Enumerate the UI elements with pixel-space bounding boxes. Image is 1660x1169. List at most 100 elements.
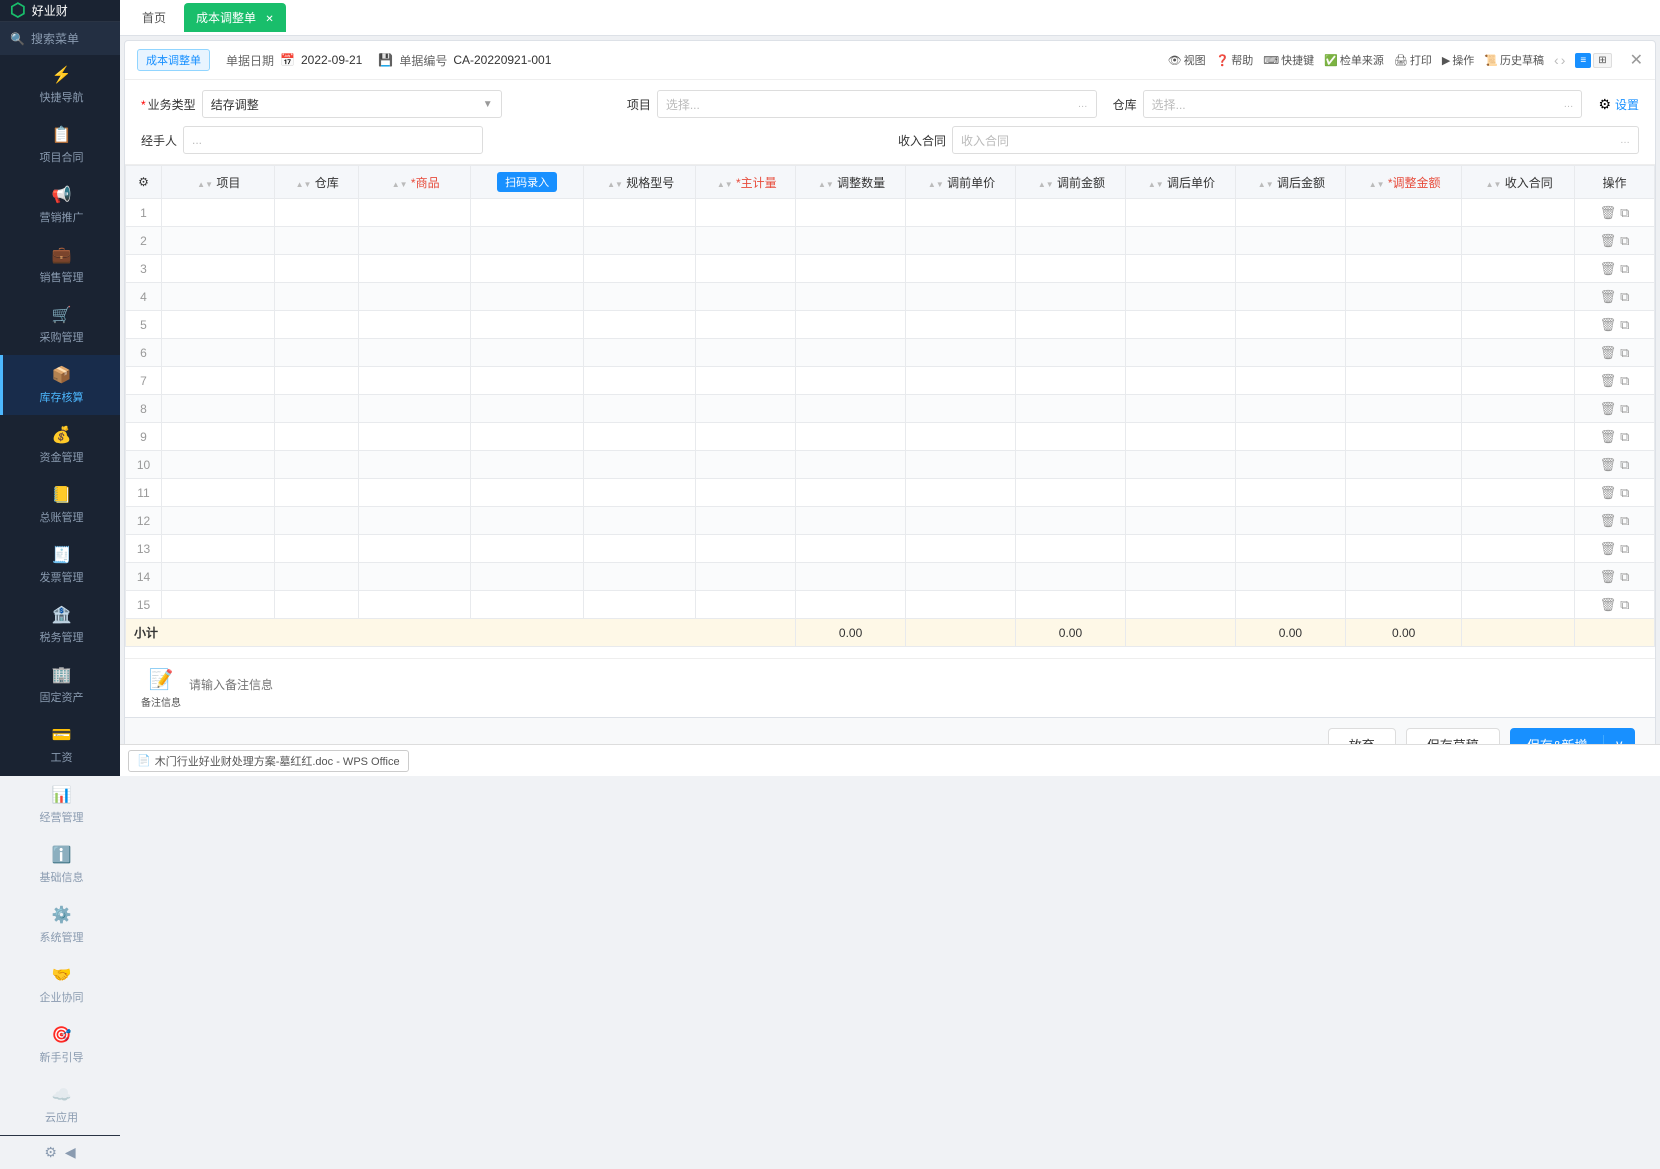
cell-spec[interactable] — [583, 507, 696, 535]
cell-adj-qty[interactable] — [796, 479, 906, 507]
cell-scan[interactable] — [471, 479, 584, 507]
cell-spec[interactable] — [583, 255, 696, 283]
settings-gear-icon[interactable]: ⚙ — [1598, 96, 1611, 113]
sort-icon[interactable]: ▲▼ — [1486, 180, 1502, 189]
cell-income-contract[interactable] — [1462, 423, 1575, 451]
cell-product[interactable] — [358, 199, 471, 227]
cell-scan[interactable] — [471, 227, 584, 255]
cell-pre-amount[interactable] — [1016, 255, 1126, 283]
cell-adj-qty[interactable] — [796, 451, 906, 479]
cell-adj-amount[interactable] — [1345, 283, 1462, 311]
handler-input[interactable]: ... — [183, 126, 483, 154]
cell-project[interactable] — [162, 451, 275, 479]
copy-row-icon[interactable]: ⧉ — [1620, 429, 1629, 445]
delete-row-icon[interactable]: 🗑 — [1600, 513, 1617, 529]
cell-income-contract[interactable] — [1462, 283, 1575, 311]
cell-scan[interactable] — [471, 283, 584, 311]
cell-pre-price[interactable] — [906, 479, 1016, 507]
cell-income-contract[interactable] — [1462, 451, 1575, 479]
copy-row-icon[interactable]: ⧉ — [1620, 541, 1629, 557]
cell-post-price[interactable] — [1125, 423, 1235, 451]
tab-close-icon[interactable]: ✕ — [265, 14, 273, 25]
cell-adj-qty[interactable] — [796, 535, 906, 563]
cell-post-amount[interactable] — [1235, 535, 1345, 563]
cell-warehouse[interactable] — [274, 507, 358, 535]
copy-row-icon[interactable]: ⧉ — [1620, 373, 1629, 389]
cell-post-amount[interactable] — [1235, 451, 1345, 479]
cell-adj-amount[interactable] — [1345, 451, 1462, 479]
delete-row-icon[interactable]: 🗑 — [1600, 317, 1617, 333]
cell-post-price[interactable] — [1125, 199, 1235, 227]
cell-unit[interactable] — [696, 535, 796, 563]
business-type-input[interactable]: 结存调整 ▼ — [202, 90, 502, 118]
cell-spec[interactable] — [583, 451, 696, 479]
sort-icon[interactable]: ▲▼ — [197, 180, 213, 189]
copy-row-icon[interactable]: ⧉ — [1620, 513, 1629, 529]
sidebar-item-invoice[interactable]: 🧾 发票管理 — [0, 535, 120, 595]
copy-row-icon[interactable]: ⧉ — [1620, 345, 1629, 361]
sort-icon[interactable]: ▲▼ — [818, 180, 834, 189]
list-view-btn[interactable]: ≡ — [1575, 53, 1591, 68]
next-arrow[interactable]: › — [1561, 52, 1566, 68]
sidebar-item-newbie[interactable]: 🎯 新手引导 — [0, 1015, 120, 1075]
cell-post-amount[interactable] — [1235, 423, 1345, 451]
cell-warehouse[interactable] — [274, 451, 358, 479]
cell-pre-amount[interactable] — [1016, 451, 1126, 479]
cell-warehouse[interactable] — [274, 339, 358, 367]
delete-row-icon[interactable]: 🗑 — [1600, 457, 1617, 473]
cell-warehouse[interactable] — [274, 199, 358, 227]
cell-pre-amount[interactable] — [1016, 227, 1126, 255]
copy-row-icon[interactable]: ⧉ — [1620, 261, 1629, 277]
cell-scan[interactable] — [471, 255, 584, 283]
cell-project[interactable] — [162, 479, 275, 507]
notes-input[interactable] — [189, 667, 1639, 703]
cell-pre-price[interactable] — [906, 563, 1016, 591]
delete-row-icon[interactable]: 🗑 — [1600, 373, 1617, 389]
cell-unit[interactable] — [696, 339, 796, 367]
copy-row-icon[interactable]: ⧉ — [1620, 205, 1629, 221]
cell-scan[interactable] — [471, 339, 584, 367]
cell-pre-amount[interactable] — [1016, 395, 1126, 423]
cell-pre-amount[interactable] — [1016, 199, 1126, 227]
sidebar-search[interactable]: 🔍 搜索菜单 — [0, 22, 120, 55]
cell-product[interactable] — [358, 451, 471, 479]
cell-post-price[interactable] — [1125, 479, 1235, 507]
cell-product[interactable] — [358, 423, 471, 451]
print-btn[interactable]: 🖨 打印 — [1394, 52, 1432, 68]
cell-post-price[interactable] — [1125, 227, 1235, 255]
cell-income-contract[interactable] — [1462, 479, 1575, 507]
delete-row-icon[interactable]: 🗑 — [1600, 233, 1617, 249]
cell-project[interactable] — [162, 423, 275, 451]
scan-input-btn[interactable]: 扫码录入 — [497, 172, 557, 192]
cell-project[interactable] — [162, 311, 275, 339]
cell-project[interactable] — [162, 591, 275, 619]
cell-product[interactable] — [358, 479, 471, 507]
cell-pre-price[interactable] — [906, 367, 1016, 395]
cell-warehouse[interactable] — [274, 563, 358, 591]
wps-tab[interactable]: 📄 木门行业好业财处理方案-墓红红.doc - WPS Office — [128, 750, 409, 772]
sidebar-item-marketing[interactable]: 📢 营销推广 — [0, 175, 120, 235]
col-settings[interactable]: ⚙ — [126, 166, 162, 199]
delete-row-icon[interactable]: 🗑 — [1600, 541, 1617, 557]
cell-adj-qty[interactable] — [796, 199, 906, 227]
cell-scan[interactable] — [471, 423, 584, 451]
cell-adj-amount[interactable] — [1345, 507, 1462, 535]
cell-income-contract[interactable] — [1462, 227, 1575, 255]
cell-income-contract[interactable] — [1462, 339, 1575, 367]
cell-warehouse[interactable] — [274, 479, 358, 507]
cell-pre-amount[interactable] — [1016, 591, 1126, 619]
cell-project[interactable] — [162, 283, 275, 311]
cell-post-amount[interactable] — [1235, 283, 1345, 311]
sort-icon[interactable]: ▲▼ — [1369, 180, 1385, 189]
cell-warehouse[interactable] — [274, 255, 358, 283]
cell-pre-amount[interactable] — [1016, 367, 1126, 395]
cell-unit[interactable] — [696, 423, 796, 451]
cell-project[interactable] — [162, 339, 275, 367]
cell-income-contract[interactable] — [1462, 535, 1575, 563]
copy-row-icon[interactable]: ⧉ — [1620, 597, 1629, 613]
cell-adj-qty[interactable] — [796, 283, 906, 311]
help-btn[interactable]: ❓ 帮助 — [1216, 52, 1254, 68]
cell-post-price[interactable] — [1125, 283, 1235, 311]
cell-post-amount[interactable] — [1235, 563, 1345, 591]
settings-label[interactable]: 设置 — [1615, 96, 1639, 113]
